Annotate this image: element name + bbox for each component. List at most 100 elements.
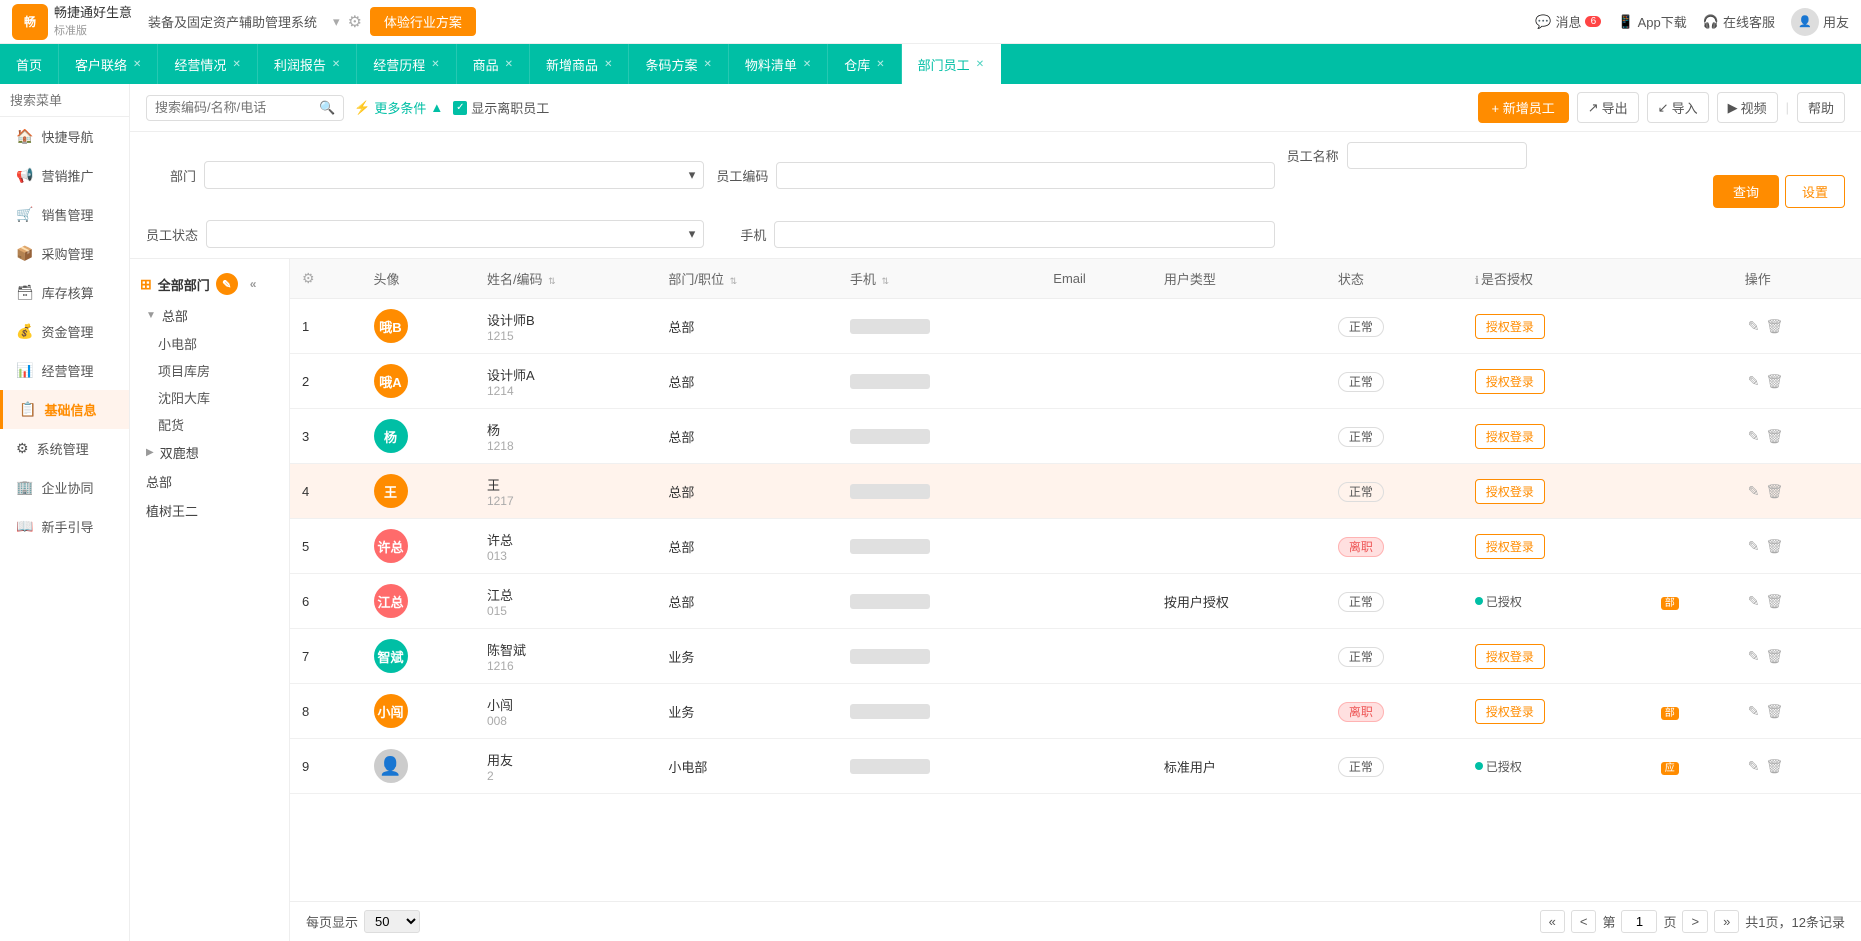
show-resigned-toggle[interactable]: ✓ 显示离职员工 xyxy=(453,98,549,117)
th-phone[interactable]: 手机 ⇅ xyxy=(838,259,1041,299)
sidebar-item-marketing[interactable]: 📢 营销推广 xyxy=(0,156,129,195)
dept-edit-icon[interactable]: ✎ xyxy=(216,273,238,295)
nav-tab-profit[interactable]: 利润报告 ✕ xyxy=(258,44,357,84)
auth-button[interactable]: 授权登录 xyxy=(1475,314,1545,339)
sidebar-item-system[interactable]: ⚙ 系统管理 xyxy=(0,429,129,468)
more-filters-btn[interactable]: ⚡ 更多条件 ▲ xyxy=(354,98,443,117)
delete-icon[interactable]: 🗑 xyxy=(1766,373,1784,389)
auth-button[interactable]: 授权登录 xyxy=(1475,699,1545,724)
cell-name: 江总015 xyxy=(475,574,656,629)
trial-button[interactable]: 体验行业方案 xyxy=(370,7,476,36)
auth-button[interactable]: 授权登录 xyxy=(1475,424,1545,449)
edit-icon[interactable]: ✎ xyxy=(1748,648,1760,664)
auth-button[interactable]: 授权登录 xyxy=(1475,644,1545,669)
cell-user-type xyxy=(1152,299,1326,354)
delete-icon[interactable]: 🗑 xyxy=(1766,428,1784,444)
dept-collapse-btn[interactable]: « xyxy=(250,277,257,291)
help-button[interactable]: 帮助 xyxy=(1797,92,1845,123)
dept-child-project[interactable]: 项目库房 xyxy=(130,357,289,384)
edit-icon[interactable]: ✎ xyxy=(1748,593,1760,609)
sidebar-search-input[interactable] xyxy=(10,93,130,108)
th-settings[interactable]: ⚙ xyxy=(290,259,362,299)
cell-status: 离职 xyxy=(1326,519,1463,574)
sidebar-item-sales[interactable]: 🛒 销售管理 xyxy=(0,195,129,234)
basic-info-icon: 📋 xyxy=(19,401,36,418)
sidebar-item-finance[interactable]: 💰 资金管理 xyxy=(0,312,129,351)
nav-tab-customer[interactable]: 客户联络 ✕ xyxy=(59,44,158,84)
th-name[interactable]: 姓名/编码 ⇅ xyxy=(475,259,656,299)
search-input[interactable] xyxy=(155,100,315,115)
delete-icon[interactable]: 🗑 xyxy=(1766,593,1784,609)
nav-tab-department[interactable]: 部门员工 ✕ xyxy=(902,44,1001,84)
message-item[interactable]: 💬 消息 6 xyxy=(1535,12,1601,31)
sidebar-item-quick-nav[interactable]: 🏠 快捷导航 xyxy=(0,117,129,156)
edit-icon[interactable]: ✎ xyxy=(1748,538,1760,554)
dept-child-shenyang[interactable]: 沈阳大库 xyxy=(130,384,289,411)
dept-child-xiaodian[interactable]: 小电部 xyxy=(130,330,289,357)
empcode-input[interactable] xyxy=(776,162,1274,189)
page-last-btn[interactable]: » xyxy=(1714,910,1739,933)
edit-icon[interactable]: ✎ xyxy=(1748,373,1760,389)
delete-icon[interactable]: 🗑 xyxy=(1766,483,1784,499)
edit-icon[interactable]: ✎ xyxy=(1748,703,1760,719)
auth-button[interactable]: 授权登录 xyxy=(1475,479,1545,504)
phone-input[interactable] xyxy=(774,221,1274,248)
page-prev-btn[interactable]: < xyxy=(1571,910,1597,933)
auth-button[interactable]: 授权登录 xyxy=(1475,369,1545,394)
delete-icon[interactable]: 🗑 xyxy=(1766,758,1784,774)
cell-tag xyxy=(1647,409,1733,464)
status-select[interactable]: ▾ xyxy=(206,220,704,248)
nav-tab-barcode[interactable]: 条码方案 ✕ xyxy=(629,44,728,84)
edit-icon[interactable]: ✎ xyxy=(1748,318,1760,334)
edit-icon[interactable]: ✎ xyxy=(1748,483,1760,499)
dept-node-zongbu[interactable]: 总部 xyxy=(130,467,289,496)
delete-icon[interactable]: 🗑 xyxy=(1766,538,1784,554)
sales-icon: 🛒 xyxy=(16,206,33,223)
empname-input[interactable] xyxy=(1347,142,1527,169)
settings-icon[interactable]: ⚙ xyxy=(348,12,362,32)
dept-node-zhishu[interactable]: 植树王二 xyxy=(130,496,289,525)
edit-icon[interactable]: ✎ xyxy=(1748,428,1760,444)
delete-icon[interactable]: 🗑 xyxy=(1766,703,1784,719)
th-dept[interactable]: 部门/职位 ⇅ xyxy=(656,259,837,299)
set-button[interactable]: 设置 xyxy=(1785,175,1845,208)
dept-node-shuanglu[interactable]: ▶ 双鹿想 xyxy=(130,438,289,467)
dept-child-peihuo[interactable]: 配货 xyxy=(130,411,289,438)
nav-tab-warehouse[interactable]: 仓库 ✕ xyxy=(828,44,901,84)
table-row: 4王王1217总部138xxxxxxxx正常授权登录✎🗑 xyxy=(290,464,1861,519)
nav-tab-goods[interactable]: 商品 ✕ xyxy=(457,44,530,84)
edit-icon[interactable]: ✎ xyxy=(1748,758,1760,774)
nav-tab-operation[interactable]: 经营情况 ✕ xyxy=(158,44,257,84)
query-button[interactable]: 查询 xyxy=(1713,175,1779,208)
nav-tab-new-goods[interactable]: 新增商品 ✕ xyxy=(530,44,629,84)
export-button[interactable]: ↗ 导出 xyxy=(1577,92,1639,123)
nav-tab-home[interactable]: 首页 xyxy=(0,44,59,84)
import-button[interactable]: ↙ 导入 xyxy=(1647,92,1709,123)
nav-tab-bom[interactable]: 物料清单 ✕ xyxy=(729,44,828,84)
sidebar-item-operations[interactable]: 📊 经营管理 xyxy=(0,351,129,390)
delete-icon[interactable]: 🗑 xyxy=(1766,648,1784,664)
sidebar-item-enterprise[interactable]: 🏢 企业协同 xyxy=(0,468,129,507)
delete-icon[interactable]: 🗑 xyxy=(1766,318,1784,334)
online-service-item[interactable]: 🎧 在线客服 xyxy=(1703,12,1775,31)
system-title-dropdown-icon[interactable]: ▾ xyxy=(333,14,340,30)
sidebar-item-purchase[interactable]: 📦 采购管理 xyxy=(0,234,129,273)
page-next-btn[interactable]: > xyxy=(1682,910,1708,933)
dept-select[interactable]: ▾ xyxy=(204,161,704,189)
filter-right-area: 员工名称 查询 设置 xyxy=(1287,142,1845,208)
user-item[interactable]: 👤 用友 xyxy=(1791,8,1849,36)
sidebar-item-inventory[interactable]: 🗃 库存核算 xyxy=(0,273,129,312)
app-download-item[interactable]: 📱 App下载 xyxy=(1617,12,1686,31)
view-button[interactable]: ▶ 视频 xyxy=(1717,92,1778,123)
page-first-btn[interactable]: « xyxy=(1540,910,1565,933)
per-page-select[interactable]: 50 100 xyxy=(364,910,420,933)
dept-node-headquarters[interactable]: ▼ 总部 xyxy=(130,301,289,330)
page-number-input[interactable] xyxy=(1621,910,1657,933)
sidebar-label-guide: 新手引导 xyxy=(41,517,93,536)
sidebar-item-guide[interactable]: 📖 新手引导 xyxy=(0,507,129,546)
sidebar-item-basic-info[interactable]: 📋 基础信息 xyxy=(0,390,129,429)
column-settings-icon[interactable]: ⚙ xyxy=(302,270,315,286)
auth-button[interactable]: 授权登录 xyxy=(1475,534,1545,559)
add-employee-button[interactable]: + 新增员工 xyxy=(1478,92,1569,123)
nav-tab-history[interactable]: 经营历程 ✕ xyxy=(357,44,456,84)
